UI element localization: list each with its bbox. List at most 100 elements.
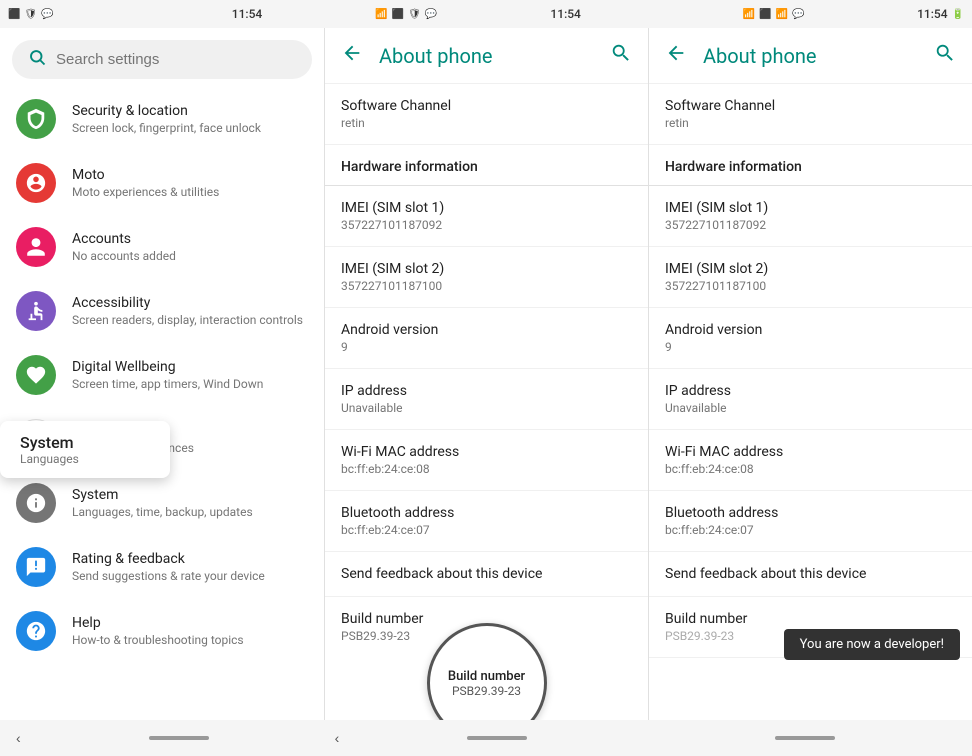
- middle-back-button[interactable]: [341, 42, 363, 69]
- moto-icon-circle: [16, 163, 56, 203]
- help-subtitle: How-to & troubleshooting topics: [72, 633, 308, 647]
- moto-subtitle: Moto experiences & utilities: [72, 185, 308, 199]
- middle-imei2-value: 357227101187100: [341, 279, 632, 293]
- right-ip-value: Unavailable: [665, 401, 956, 415]
- tooltip-subtitle: Languages: [20, 452, 150, 466]
- right-wifi-label: Wi-Fi MAC address: [665, 444, 956, 460]
- sidebar-item-security[interactable]: Security & location Screen lock, fingerp…: [0, 87, 324, 151]
- middle-ip-address[interactable]: IP address Unavailable: [325, 369, 648, 430]
- right-software-channel-label: Software Channel: [665, 98, 956, 114]
- time-display-3: 11:54: [917, 7, 947, 21]
- middle-build-number[interactable]: Build number PSB29.39-23 Build number PS…: [325, 597, 648, 720]
- wellbeing-title: Digital Wellbeing: [72, 359, 308, 375]
- middle-wifi-label: Wi-Fi MAC address: [341, 444, 632, 460]
- right-panel-content: Software Channel retin Hardware informat…: [649, 84, 972, 720]
- middle-bluetooth-value: bc:ff:eb:24:ce:07: [341, 523, 632, 537]
- middle-android-version[interactable]: Android version 9: [325, 308, 648, 369]
- build-circle-label: Build number: [448, 669, 525, 684]
- right-ip-label: IP address: [665, 383, 956, 399]
- middle-wifi-mac[interactable]: Wi-Fi MAC address bc:ff:eb:24:ce:08: [325, 430, 648, 491]
- sidebar-item-help[interactable]: Help How-to & troubleshooting topics: [0, 599, 324, 663]
- accounts-text: Accounts No accounts added: [72, 231, 308, 263]
- wellbeing-icon-circle: [16, 355, 56, 395]
- sidebar-item-accessibility[interactable]: Accessibility Screen readers, display, i…: [0, 279, 324, 343]
- status-right-icons: 📶 ⬛ 📶 💬: [645, 9, 804, 20]
- right-panel-header: About phone: [649, 28, 972, 84]
- security-icon-circle: [16, 99, 56, 139]
- navigation-bar: ‹ ‹: [0, 720, 972, 756]
- data-icon-2: ⬛: [392, 9, 404, 20]
- middle-bluetooth[interactable]: Bluetooth address bc:ff:eb:24:ce:07: [325, 491, 648, 552]
- system-subtitle: Languages, time, backup, updates: [72, 505, 308, 519]
- right-bluetooth-value: bc:ff:eb:24:ce:07: [665, 523, 956, 537]
- wellbeing-text: Digital Wellbeing Screen time, app timer…: [72, 359, 308, 391]
- rating-title: Rating & feedback: [72, 551, 308, 567]
- right-imei2-value: 357227101187100: [665, 279, 956, 293]
- accounts-title: Accounts: [72, 231, 308, 247]
- system-title: System: [72, 487, 308, 503]
- right-software-channel-value: retin: [665, 116, 956, 130]
- right-back-button[interactable]: [665, 42, 687, 69]
- security-title: Security & location: [72, 103, 308, 119]
- right-imei1-label: IMEI (SIM slot 1): [665, 200, 956, 216]
- sidebar-item-system[interactable]: System Languages, time, backup, updates …: [0, 471, 324, 535]
- middle-ip-label: IP address: [341, 383, 632, 399]
- developer-toast: You are now a developer!: [784, 629, 960, 660]
- middle-imei1[interactable]: IMEI (SIM slot 1) 357227101187092: [325, 186, 648, 247]
- back-nav-button-2[interactable]: ‹: [327, 726, 348, 750]
- middle-imei2-label: IMEI (SIM slot 2): [341, 261, 632, 277]
- rating-icon-circle: [16, 547, 56, 587]
- wifi-icon: 📶: [776, 9, 788, 20]
- rating-text: Rating & feedback Send suggestions & rat…: [72, 551, 308, 583]
- right-bluetooth[interactable]: Bluetooth address bc:ff:eb:24:ce:07: [649, 491, 972, 552]
- right-send-feedback[interactable]: Send feedback about this device: [649, 552, 972, 597]
- middle-android-value: 9: [341, 340, 632, 354]
- tooltip-title: System: [20, 433, 150, 452]
- search-input[interactable]: [56, 51, 296, 68]
- sidebar-item-digital-wellbeing[interactable]: Digital Wellbeing Screen time, app timer…: [0, 343, 324, 407]
- middle-panel-header: About phone: [325, 28, 648, 84]
- build-circle-value: PSB29.39-23: [452, 684, 521, 698]
- status-left: ⬛ 🛡 💬: [8, 9, 167, 20]
- middle-search-icon[interactable]: [610, 42, 632, 69]
- middle-panel-title: About phone: [379, 44, 594, 68]
- right-ip-address[interactable]: IP address Unavailable: [649, 369, 972, 430]
- shield-icon: 🛡: [24, 9, 37, 20]
- shield-icon-2: 🛡: [408, 9, 421, 20]
- wellbeing-subtitle: Screen time, app timers, Wind Down: [72, 377, 308, 391]
- security-text: Security & location Screen lock, fingerp…: [72, 103, 308, 135]
- nav-section-left: ‹: [8, 726, 327, 750]
- system-icon-circle: [16, 483, 56, 523]
- right-android-version[interactable]: Android version 9: [649, 308, 972, 369]
- right-search-icon[interactable]: [934, 42, 956, 69]
- sidebar-item-moto[interactable]: Moto Moto experiences & utilities: [0, 151, 324, 215]
- middle-imei2[interactable]: IMEI (SIM slot 2) 357227101187100: [325, 247, 648, 308]
- middle-feedback-label: Send feedback about this device: [341, 566, 632, 582]
- middle-software-channel[interactable]: Software Channel retin: [325, 84, 648, 145]
- right-panel-title: About phone: [703, 44, 918, 68]
- accessibility-subtitle: Screen readers, display, interaction con…: [72, 313, 308, 327]
- right-imei2-label: IMEI (SIM slot 2): [665, 261, 956, 277]
- time-display-1: 11:54: [232, 7, 262, 21]
- nav-section-right: [645, 736, 964, 740]
- status-bar: ⬛ 🛡 💬 11:54 📶 ⬛ 🛡 💬 11:54 📶 ⬛ 📶 💬 11:54 …: [0, 0, 972, 28]
- right-imei1[interactable]: IMEI (SIM slot 1) 357227101187092: [649, 186, 972, 247]
- right-software-channel[interactable]: Software Channel retin: [649, 84, 972, 145]
- status-battery: 11:54 🔋: [805, 7, 964, 21]
- search-bar[interactable]: [12, 40, 312, 79]
- nav-pill-left: [149, 736, 209, 740]
- right-imei2[interactable]: IMEI (SIM slot 2) 357227101187100: [649, 247, 972, 308]
- right-feedback-label: Send feedback about this device: [665, 566, 956, 582]
- middle-bluetooth-label: Bluetooth address: [341, 505, 632, 521]
- system-text: System Languages, time, backup, updates: [72, 487, 308, 519]
- middle-send-feedback[interactable]: Send feedback about this device: [325, 552, 648, 597]
- accounts-icon-circle: [16, 227, 56, 267]
- back-nav-button[interactable]: ‹: [8, 726, 29, 750]
- right-wifi-mac[interactable]: Wi-Fi MAC address bc:ff:eb:24:ce:08: [649, 430, 972, 491]
- nav-pill-right: [775, 736, 835, 740]
- sidebar-item-rating[interactable]: Rating & feedback Send suggestions & rat…: [0, 535, 324, 599]
- right-wifi-value: bc:ff:eb:24:ce:08: [665, 462, 956, 476]
- rating-subtitle: Send suggestions & rate your device: [72, 569, 308, 583]
- sidebar-item-accounts[interactable]: Accounts No accounts added: [0, 215, 324, 279]
- middle-ip-value: Unavailable: [341, 401, 632, 415]
